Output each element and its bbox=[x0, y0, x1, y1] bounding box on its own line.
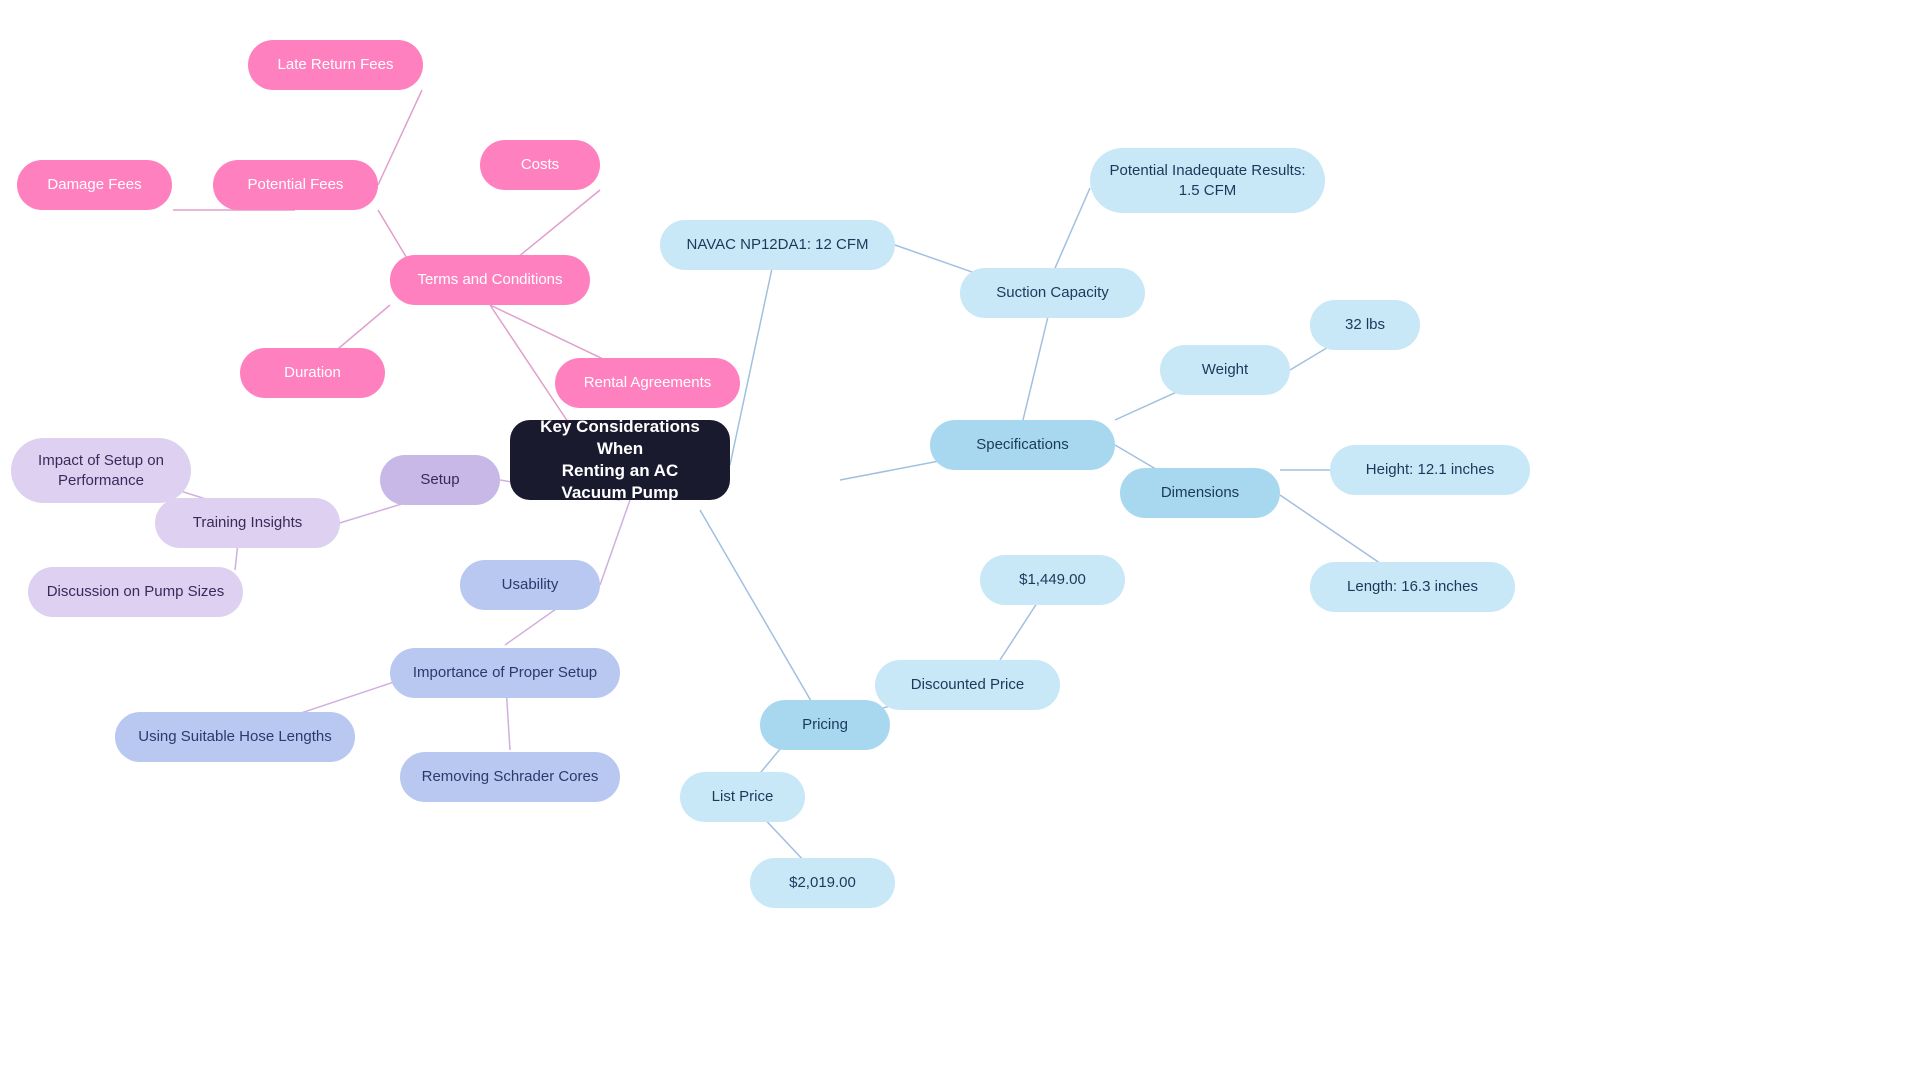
using-suitable-hose-node: Using Suitable Hose Lengths bbox=[115, 712, 355, 762]
terms-conditions-label: Terms and Conditions bbox=[417, 270, 562, 290]
length-value-node: Length: 16.3 inches bbox=[1310, 562, 1515, 612]
impact-setup-label: Impact of Setup on Performance bbox=[38, 451, 164, 490]
discussion-pump-sizes-node: Discussion on Pump Sizes bbox=[28, 567, 243, 617]
suction-capacity-label: Suction Capacity bbox=[996, 283, 1109, 303]
price-2019-node: $2,019.00 bbox=[750, 858, 895, 908]
dimensions-node: Dimensions bbox=[1120, 468, 1280, 518]
price-2019-label: $2,019.00 bbox=[789, 873, 856, 893]
potential-fees-node: Potential Fees bbox=[213, 160, 378, 210]
rental-agreements-label: Rental Agreements bbox=[584, 373, 712, 393]
late-return-fees-label: Late Return Fees bbox=[278, 55, 394, 75]
height-value-node: Height: 12.1 inches bbox=[1330, 445, 1530, 495]
usability-node: Usability bbox=[460, 560, 600, 610]
costs-node: Costs bbox=[480, 140, 600, 190]
removing-schrader-cores-node: Removing Schrader Cores bbox=[400, 752, 620, 802]
length-value-label: Length: 16.3 inches bbox=[1347, 577, 1478, 597]
pricing-label: Pricing bbox=[802, 715, 848, 735]
price-1449-label: $1,449.00 bbox=[1019, 570, 1086, 590]
usability-label: Usability bbox=[502, 575, 559, 595]
using-suitable-hose-label: Using Suitable Hose Lengths bbox=[138, 727, 331, 747]
removing-schrader-cores-label: Removing Schrader Cores bbox=[422, 767, 599, 787]
price-1449-node: $1,449.00 bbox=[980, 555, 1125, 605]
training-insights-node: Training Insights bbox=[155, 498, 340, 548]
setup-label: Setup bbox=[420, 470, 459, 490]
late-return-fees-node: Late Return Fees bbox=[248, 40, 423, 90]
list-price-label: List Price bbox=[712, 787, 774, 807]
importance-proper-setup-label: Importance of Proper Setup bbox=[413, 663, 597, 683]
navac-label: NAVAC NP12DA1: 12 CFM bbox=[687, 235, 869, 255]
center-label: Key Considerations When Renting an AC Va… bbox=[528, 416, 712, 504]
height-value-label: Height: 12.1 inches bbox=[1366, 460, 1494, 480]
weight-value-label: 32 lbs bbox=[1345, 315, 1385, 335]
discounted-price-label: Discounted Price bbox=[911, 675, 1024, 695]
damage-fees-label: Damage Fees bbox=[47, 175, 141, 195]
suction-capacity-node: Suction Capacity bbox=[960, 268, 1145, 318]
duration-label: Duration bbox=[284, 363, 341, 383]
impact-setup-node: Impact of Setup on Performance bbox=[11, 438, 191, 503]
discussion-pump-sizes-label: Discussion on Pump Sizes bbox=[47, 582, 225, 602]
importance-proper-setup-node: Importance of Proper Setup bbox=[390, 648, 620, 698]
pricing-node: Pricing bbox=[760, 700, 890, 750]
damage-fees-node: Damage Fees bbox=[17, 160, 172, 210]
costs-label: Costs bbox=[521, 155, 559, 175]
weight-node: Weight bbox=[1160, 345, 1290, 395]
potential-inadequate-label: Potential Inadequate Results: 1.5 CFM bbox=[1110, 161, 1306, 200]
weight-label: Weight bbox=[1202, 360, 1248, 380]
dimensions-label: Dimensions bbox=[1161, 483, 1239, 503]
duration-node: Duration bbox=[240, 348, 385, 398]
training-insights-label: Training Insights bbox=[193, 513, 303, 533]
potential-fees-label: Potential Fees bbox=[248, 175, 344, 195]
center-node: Key Considerations When Renting an AC Va… bbox=[510, 420, 730, 500]
rental-agreements-node: Rental Agreements bbox=[555, 358, 740, 408]
potential-inadequate-node: Potential Inadequate Results: 1.5 CFM bbox=[1090, 148, 1325, 213]
discounted-price-node: Discounted Price bbox=[875, 660, 1060, 710]
list-price-node: List Price bbox=[680, 772, 805, 822]
terms-and-conditions-node: Terms and Conditions bbox=[390, 255, 590, 305]
weight-value-node: 32 lbs bbox=[1310, 300, 1420, 350]
specifications-label: Specifications bbox=[976, 435, 1069, 455]
setup-node: Setup bbox=[380, 455, 500, 505]
specifications-node: Specifications bbox=[930, 420, 1115, 470]
navac-node: NAVAC NP12DA1: 12 CFM bbox=[660, 220, 895, 270]
